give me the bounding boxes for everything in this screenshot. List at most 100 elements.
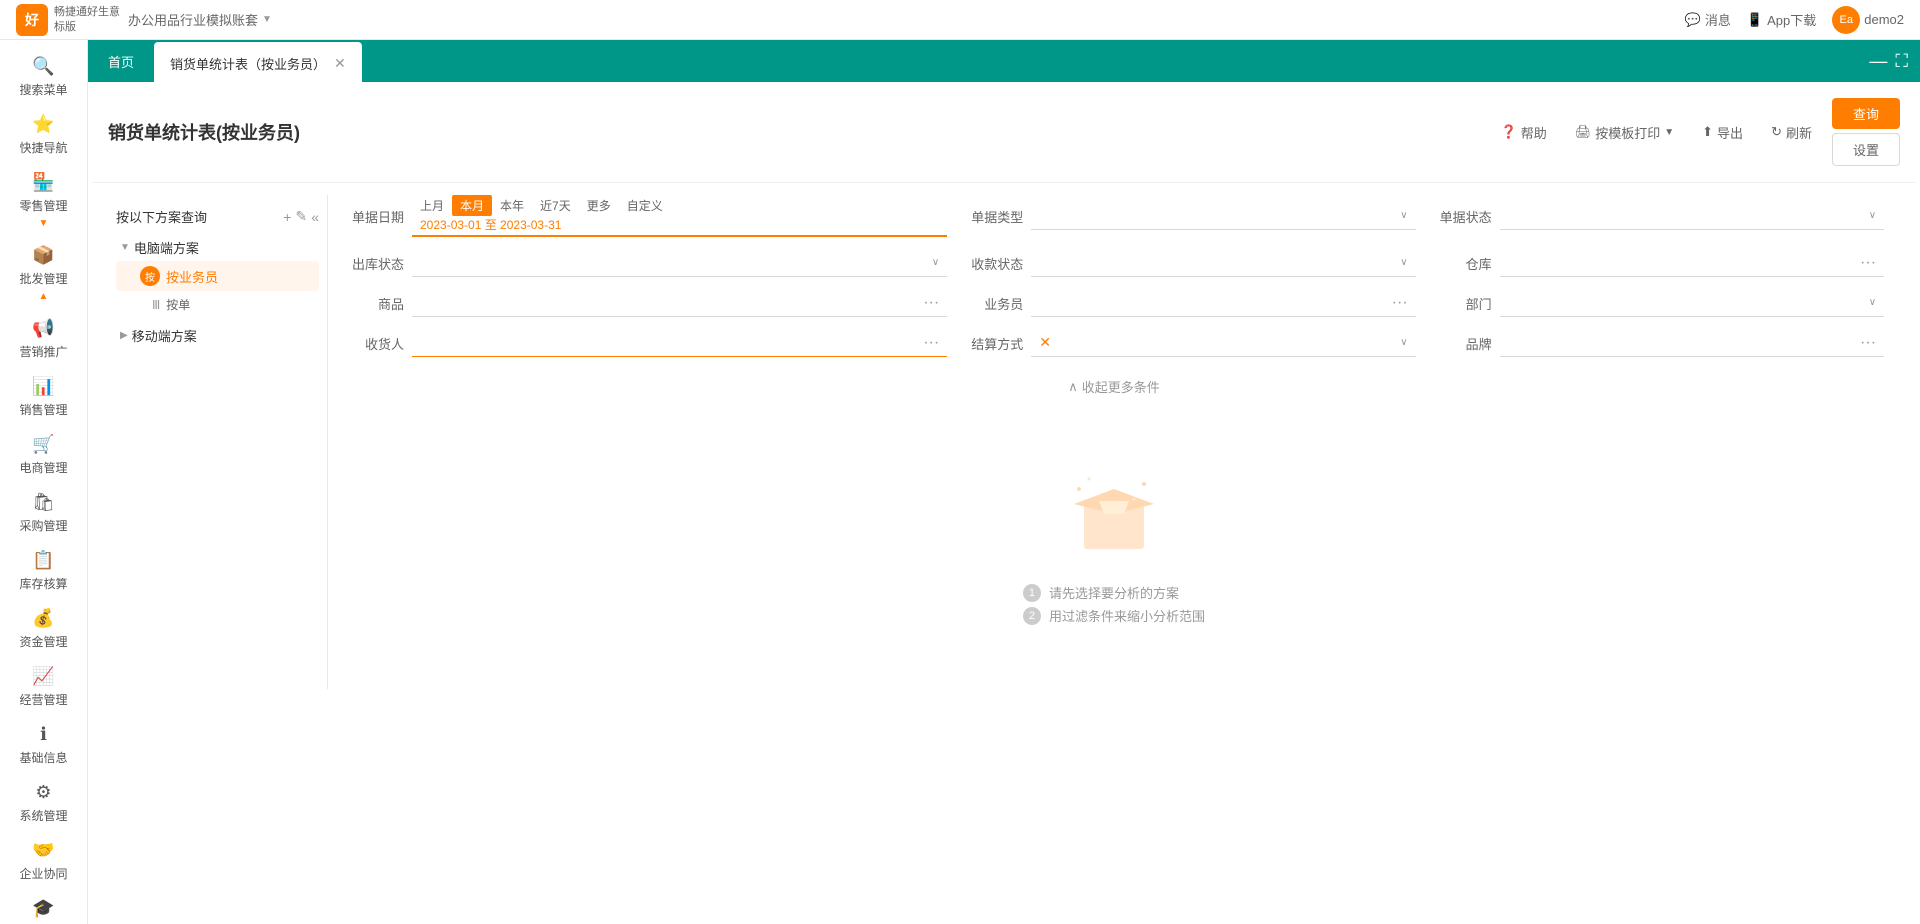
star-icon: ⭐ — [32, 114, 54, 135]
content-area: 首页 销货单统计表（按业务员） ✕ — ⛶ 销货单统计表(按业务员) — [88, 40, 1920, 924]
filter-date-item: 单据日期 上月 本月 本年 近7天 更多 — [344, 195, 947, 237]
sidebar: 🔍 搜索菜单 ⭐ 快捷导航 🏪 零售管理 ▼ 📦 批发管理 ▲ 📢 营销推广 — [0, 40, 88, 924]
sidebar-item-sales[interactable]: 📊 销售管理 — [4, 368, 84, 426]
help-btn[interactable]: ❓ 帮助 — [1493, 119, 1555, 146]
left-panel: 按以下方案查询 + ✎ « — [108, 195, 328, 689]
app-title[interactable]: 办公用品行业模拟账套 ▼ — [128, 10, 272, 29]
collapse-panel-btn[interactable]: « — [311, 208, 319, 225]
scheme-item-salesperson[interactable]: 按 按业务员 — [116, 261, 319, 291]
salesman-label: 业务员 — [963, 294, 1023, 313]
sidebar-item-marketing[interactable]: 📢 营销推广 — [4, 310, 84, 368]
outstatus-select[interactable]: ∨ — [412, 249, 947, 277]
warehouse-input[interactable]: ··· — [1500, 249, 1884, 277]
add-scheme-btn[interactable]: + — [283, 208, 291, 225]
sidebar-item-enterprise[interactable]: 🤝 企业协同 — [4, 832, 84, 890]
sidebar-item-system[interactable]: ⚙ 系统管理 — [4, 774, 84, 832]
message-btn[interactable]: 💬 消息 — [1685, 10, 1731, 29]
filter-row-4: 收货人 ··· 结算方式 — [344, 329, 1884, 357]
filter-salesman-item: 业务员 ··· — [963, 289, 1415, 317]
edit-scheme-btn[interactable]: ✎ — [295, 208, 307, 225]
tab-home[interactable]: 首页 — [88, 40, 154, 82]
docstatus-label: 单据状态 — [1432, 207, 1492, 226]
left-panel-actions: + ✎ « — [283, 208, 319, 225]
page-actions: ❓ 帮助 🖨 按模板打印 ▼ ⬆ 导出 — [1493, 98, 1901, 166]
sidebar-item-finance[interactable]: 💰 资金管理 — [4, 600, 84, 658]
query-btn[interactable]: 查询 — [1832, 98, 1900, 129]
scheme-item-order[interactable]: Ⅲ 按单 — [116, 291, 319, 318]
scheme-group-desktop: ▼ 电脑端方案 按 按业务员 Ⅲ 按单 — [116, 234, 319, 318]
brand-input[interactable]: ··· — [1500, 329, 1884, 357]
refresh-btn[interactable]: ↻ 刷新 — [1763, 119, 1820, 146]
product-input[interactable]: ··· — [412, 289, 947, 317]
left-panel-header: 按以下方案查询 + ✎ « — [116, 207, 319, 226]
scheme-group-header-mobile[interactable]: ▶ 移动端方案 — [116, 322, 319, 349]
top-bar-right: 💬 消息 📱 App下载 Ea demo2 — [1685, 6, 1904, 34]
help-icon: ❓ — [1501, 124, 1517, 140]
scheme-group-header-desktop[interactable]: ▼ 电脑端方案 — [116, 234, 319, 261]
newuser-icon: 🎓 — [32, 898, 54, 919]
docstatus-select[interactable]: ∨ — [1500, 202, 1884, 230]
date-btn-lastmonth[interactable]: 上月 — [412, 195, 452, 216]
filter-warehouse-item: 仓库 ··· — [1432, 249, 1884, 277]
page-inner: 销货单统计表(按业务员) ❓ 帮助 🖨 按模板打印 ▼ — [88, 82, 1920, 924]
date-btn-thismonth[interactable]: 本月 — [452, 195, 492, 216]
tab-minimize-btn[interactable]: — — [1869, 51, 1887, 72]
receiver-input[interactable]: ··· — [412, 329, 947, 357]
paystatus-select[interactable]: ∨ — [1031, 249, 1415, 277]
dept-label: 部门 — [1432, 294, 1492, 313]
app-download-btn[interactable]: 📱 App下载 — [1747, 10, 1816, 29]
sidebar-item-ecommerce[interactable]: 🛒 电商管理 — [4, 426, 84, 484]
settle-tag: ✕ — [1039, 334, 1051, 351]
user-area[interactable]: Ea demo2 — [1832, 6, 1904, 34]
avatar: Ea — [1832, 6, 1860, 34]
tab-maximize-btn[interactable]: ⛶ — [1895, 51, 1908, 72]
ecommerce-icon: 🛒 — [32, 434, 54, 455]
product-label: 商品 — [344, 294, 404, 313]
enterprise-icon: 🤝 — [32, 840, 54, 861]
date-btn-more[interactable]: 更多 — [579, 195, 619, 216]
tab-active[interactable]: 销货单统计表（按业务员） ✕ — [154, 42, 362, 84]
arrow-right-icon: ▶ — [120, 330, 128, 341]
sales-icon: 📊 — [32, 376, 54, 397]
filter-outstatus-item: 出库状态 ∨ — [344, 249, 947, 277]
settle-select[interactable]: ✕ ∨ — [1031, 329, 1415, 357]
download-icon: 📱 — [1747, 12, 1763, 28]
filter-brand-item: 品牌 ··· — [1432, 329, 1884, 357]
date-btn-7days[interactable]: 近7天 — [532, 195, 579, 216]
sidebar-item-search[interactable]: 🔍 搜索菜单 — [4, 48, 84, 106]
empty-state: 1 请先选择要分析的方案 2 用过滤条件来缩小分析范围 — [344, 404, 1884, 689]
settle-close-btn[interactable]: ✕ — [1039, 334, 1051, 351]
sidebar-item-quicknav[interactable]: ⭐ 快捷导航 — [4, 106, 84, 164]
export-btn[interactable]: ⬆ 导出 — [1694, 119, 1751, 146]
purchase-icon: 🛍 — [32, 492, 55, 513]
sidebar-item-wholesale[interactable]: 📦 批发管理 ▲ — [4, 237, 84, 310]
doctype-arrow: ∨ — [1400, 210, 1407, 221]
filter-row-1: 单据日期 上月 本月 本年 近7天 更多 — [344, 195, 1884, 237]
wholesale-icon: 📦 — [32, 245, 54, 266]
sidebar-item-purchase[interactable]: 🛍 采购管理 — [4, 484, 84, 542]
inventory-icon: 📋 — [32, 550, 54, 571]
doctype-select[interactable]: ∨ — [1031, 202, 1415, 230]
settings-btn[interactable]: 设置 — [1832, 133, 1900, 166]
settle-label: 结算方式 — [963, 334, 1023, 353]
sidebar-item-operations[interactable]: 📈 经营管理 — [4, 658, 84, 716]
left-panel-title: 按以下方案查询 — [116, 207, 207, 226]
filter-row-3: 商品 ··· 业务员 — [344, 289, 1884, 317]
dept-arrow: ∨ — [1869, 297, 1876, 308]
sidebar-item-retail[interactable]: 🏪 零售管理 ▼ — [4, 164, 84, 237]
dept-select[interactable]: ∨ — [1500, 289, 1884, 317]
date-btn-thisyear[interactable]: 本年 — [492, 195, 532, 216]
print-icon: 🖨 — [1575, 124, 1592, 140]
collapse-btn[interactable]: ∧ 收起更多条件 — [1068, 377, 1160, 396]
sidebar-item-basic-info[interactable]: ℹ 基础信息 — [4, 716, 84, 774]
sidebar-item-newuser[interactable]: 🎓 新手引导 — [4, 890, 84, 924]
filter-paystatus-item: 收款状态 ∨ — [963, 249, 1415, 277]
date-btn-custom[interactable]: 自定义 — [619, 195, 671, 216]
print-btn[interactable]: 🖨 按模板打印 ▼ — [1567, 119, 1682, 146]
salesman-input[interactable]: ··· — [1031, 289, 1415, 317]
sidebar-item-inventory[interactable]: 📋 库存核算 — [4, 542, 84, 600]
filter-settle-item: 结算方式 ✕ ∨ — [963, 329, 1415, 357]
brand-dots: ··· — [1860, 334, 1876, 352]
logo-area: 好 畅捷通好生意 标版 — [16, 4, 120, 36]
tab-close-btn[interactable]: ✕ — [334, 55, 346, 72]
